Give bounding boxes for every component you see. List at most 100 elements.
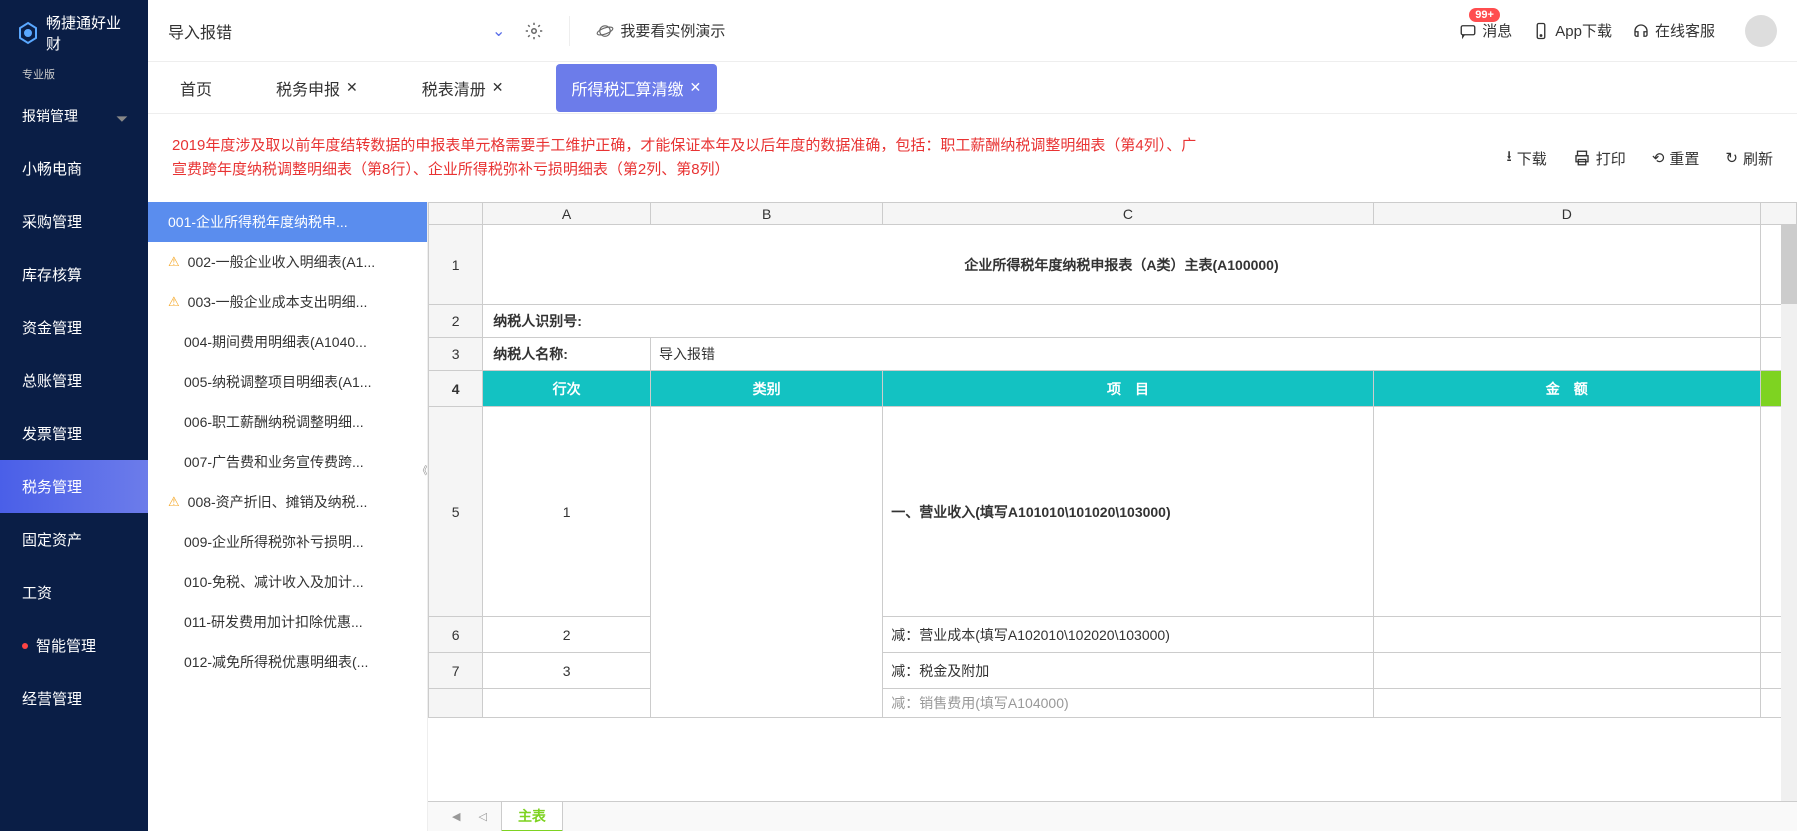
sheet-grid[interactable]: A B C D 1 企业所得税年度纳税申报表（A类）主表(A100000) bbox=[428, 202, 1797, 801]
vertical-scrollbar[interactable] bbox=[1781, 224, 1797, 801]
tree-item-008[interactable]: ⚠008-资产折旧、摊销及纳税... bbox=[148, 482, 427, 522]
row-header[interactable]: 2 bbox=[429, 305, 483, 338]
header-category[interactable]: 类别 bbox=[650, 371, 882, 407]
app-download-button[interactable]: App下载 bbox=[1532, 20, 1612, 41]
sidebar-item-fapiao[interactable]: 发票管理 bbox=[0, 407, 148, 460]
tree-item-001[interactable]: 001-企业所得税年度纳税申... bbox=[148, 202, 427, 242]
tree-item-010[interactable]: 010-免税、减计收入及加计... bbox=[148, 562, 427, 602]
table-row: 1 企业所得税年度纳税申报表（A类）主表(A100000) bbox=[429, 225, 1797, 305]
taxpayer-id[interactable]: 纳税人识别号: bbox=[483, 305, 1761, 338]
search-input[interactable]: 导入报错 bbox=[168, 19, 232, 43]
sidebar-item-zijin[interactable]: 资金管理 bbox=[0, 301, 148, 354]
sheet-title[interactable]: 企业所得税年度纳税申报表（A类）主表(A100000) bbox=[483, 225, 1761, 305]
row-header[interactable]: 7 bbox=[429, 653, 483, 689]
demo-link[interactable]: 我要看实例演示 bbox=[596, 20, 725, 41]
taxpayer-name-label[interactable]: 纳税人名称: bbox=[483, 338, 651, 371]
headset-icon bbox=[1632, 21, 1650, 39]
topbar-right: 99+ 消息 App下载 在线客服 bbox=[1459, 15, 1777, 47]
tree-item-003[interactable]: ⚠003-一般企业成本支出明细... bbox=[148, 282, 427, 322]
report-tree: 001-企业所得税年度纳税申... ⚠002-一般企业收入明细表(A1... ⚠… bbox=[148, 202, 428, 831]
sidebar-item-gongzi[interactable]: 工资 bbox=[0, 566, 148, 619]
reset-button[interactable]: ⟲重置 bbox=[1652, 148, 1700, 169]
avatar[interactable] bbox=[1745, 15, 1777, 47]
warning-icon: ⚠ bbox=[168, 494, 180, 510]
sidebar-item-jingying[interactable]: 经营管理 bbox=[0, 672, 148, 725]
cell-rownum[interactable]: 3 bbox=[483, 653, 651, 689]
col-c[interactable]: C bbox=[883, 203, 1373, 225]
tab-suodeshui[interactable]: 所得税汇算清缴✕ bbox=[556, 64, 718, 112]
row-header[interactable]: 3 bbox=[429, 338, 483, 371]
table-row: 减：销售费用(填写A104000) bbox=[429, 689, 1797, 718]
tree-item-012[interactable]: 012-减免所得税优惠明细表(... bbox=[148, 642, 427, 682]
row-header[interactable]: 6 bbox=[429, 617, 483, 653]
red-dot-icon bbox=[22, 643, 28, 649]
sheet-nav-first-icon[interactable]: ◀ bbox=[448, 810, 464, 823]
sidebar-item-xiaochang[interactable]: 小畅电商 bbox=[0, 142, 148, 195]
download-button[interactable]: ⭳下载 bbox=[1507, 146, 1547, 171]
online-service-label: 在线客服 bbox=[1655, 20, 1715, 41]
sidebar-item-guding[interactable]: 固定资产 bbox=[0, 513, 148, 566]
sidebar-item-baoxiao[interactable]: 报销管理◢ bbox=[0, 90, 148, 142]
sidebar-item-zongzhang[interactable]: 总账管理 bbox=[0, 354, 148, 407]
cell-amount[interactable] bbox=[1373, 653, 1760, 689]
cell-category[interactable] bbox=[650, 407, 882, 718]
sheet-tab-main[interactable]: 主表 bbox=[501, 801, 563, 831]
refresh-button[interactable]: ↻刷新 bbox=[1725, 148, 1773, 169]
cell-project[interactable]: 一、营业收入(填写A101010\101020\103000) bbox=[883, 407, 1373, 617]
corner-cell[interactable] bbox=[429, 203, 483, 225]
col-b[interactable]: B bbox=[650, 203, 882, 225]
col-extra[interactable] bbox=[1760, 203, 1796, 225]
sidebar-item-zhineng[interactable]: 智能管理 bbox=[0, 619, 148, 672]
content-area: 001-企业所得税年度纳税申... ⚠002-一般企业收入明细表(A1... ⚠… bbox=[148, 202, 1797, 831]
tree-item-011[interactable]: 011-研发费用加计扣除优惠... bbox=[148, 602, 427, 642]
message-label: 消息 bbox=[1482, 20, 1512, 41]
refresh-icon: ↻ bbox=[1725, 149, 1738, 167]
download-icon: ⭳ bbox=[1507, 146, 1512, 171]
cell-amount[interactable] bbox=[1373, 407, 1760, 617]
sidebar: 畅捷通好业财 专业版 报销管理◢ 小畅电商 采购管理 库存核算 资金管理 总账管… bbox=[0, 0, 148, 831]
col-a[interactable]: A bbox=[483, 203, 651, 225]
close-icon[interactable]: ✕ bbox=[492, 79, 504, 96]
close-icon[interactable]: ✕ bbox=[690, 79, 702, 96]
taxpayer-name-value[interactable]: 导入报错 bbox=[650, 338, 1760, 371]
row-header[interactable] bbox=[429, 689, 483, 718]
sidebar-item-kucun[interactable]: 库存核算 bbox=[0, 248, 148, 301]
chevron-down-icon[interactable]: ⌄ bbox=[492, 21, 505, 41]
gear-icon[interactable] bbox=[525, 20, 543, 41]
tab-shuibiaoqingce[interactable]: 税表清册✕ bbox=[410, 68, 516, 108]
print-button[interactable]: 打印 bbox=[1573, 148, 1626, 169]
tab-shuiwushenbao[interactable]: 税务申报✕ bbox=[264, 68, 370, 108]
close-icon[interactable]: ✕ bbox=[346, 79, 358, 96]
page-tabs: 首页 税务申报✕ 税表清册✕ 所得税汇算清缴✕ bbox=[148, 62, 1797, 114]
cell-rownum[interactable]: 1 bbox=[483, 407, 651, 617]
header-amount[interactable]: 金 额 bbox=[1373, 371, 1760, 407]
tree-item-002[interactable]: ⚠002-一般企业收入明细表(A1... bbox=[148, 242, 427, 282]
sidebar-item-caigou[interactable]: 采购管理 bbox=[0, 195, 148, 248]
tree-item-009[interactable]: 009-企业所得税弥补亏损明... bbox=[148, 522, 427, 562]
row-header[interactable]: 1 bbox=[429, 225, 483, 305]
cell-project[interactable]: 减：营业成本(填写A102010\102020\103000) bbox=[883, 617, 1373, 653]
cell-project[interactable]: 减：税金及附加 bbox=[883, 653, 1373, 689]
cell-amount[interactable] bbox=[1373, 689, 1760, 718]
cell-rownum[interactable]: 2 bbox=[483, 617, 651, 653]
tree-item-007[interactable]: 007-广告费和业务宣传费跨... bbox=[148, 442, 427, 482]
cell-rownum[interactable] bbox=[483, 689, 651, 718]
planet-icon bbox=[596, 21, 614, 39]
tab-home[interactable]: 首页 bbox=[168, 68, 224, 108]
message-button[interactable]: 99+ 消息 bbox=[1459, 20, 1512, 41]
reset-icon: ⟲ bbox=[1652, 149, 1665, 167]
row-header[interactable]: 5 bbox=[429, 407, 483, 617]
sidebar-item-shuiwu[interactable]: 税务管理 bbox=[0, 460, 148, 513]
collapse-handle-icon[interactable]: 《 bbox=[417, 462, 428, 478]
tree-item-004[interactable]: 004-期间费用明细表(A1040... bbox=[148, 322, 427, 362]
header-rownum[interactable]: 行次 bbox=[483, 371, 651, 407]
cell-project[interactable]: 减：销售费用(填写A104000) bbox=[883, 689, 1373, 718]
tree-item-005[interactable]: 005-纳税调整项目明细表(A1... bbox=[148, 362, 427, 402]
header-project[interactable]: 项 目 bbox=[883, 371, 1373, 407]
row-header[interactable]: 4 bbox=[429, 371, 483, 407]
col-d[interactable]: D bbox=[1373, 203, 1760, 225]
tree-item-006[interactable]: 006-职工薪酬纳税调整明细... bbox=[148, 402, 427, 442]
online-service-button[interactable]: 在线客服 bbox=[1632, 20, 1715, 41]
cell-amount[interactable] bbox=[1373, 617, 1760, 653]
sheet-nav-prev-icon[interactable]: ◁ bbox=[474, 810, 490, 823]
